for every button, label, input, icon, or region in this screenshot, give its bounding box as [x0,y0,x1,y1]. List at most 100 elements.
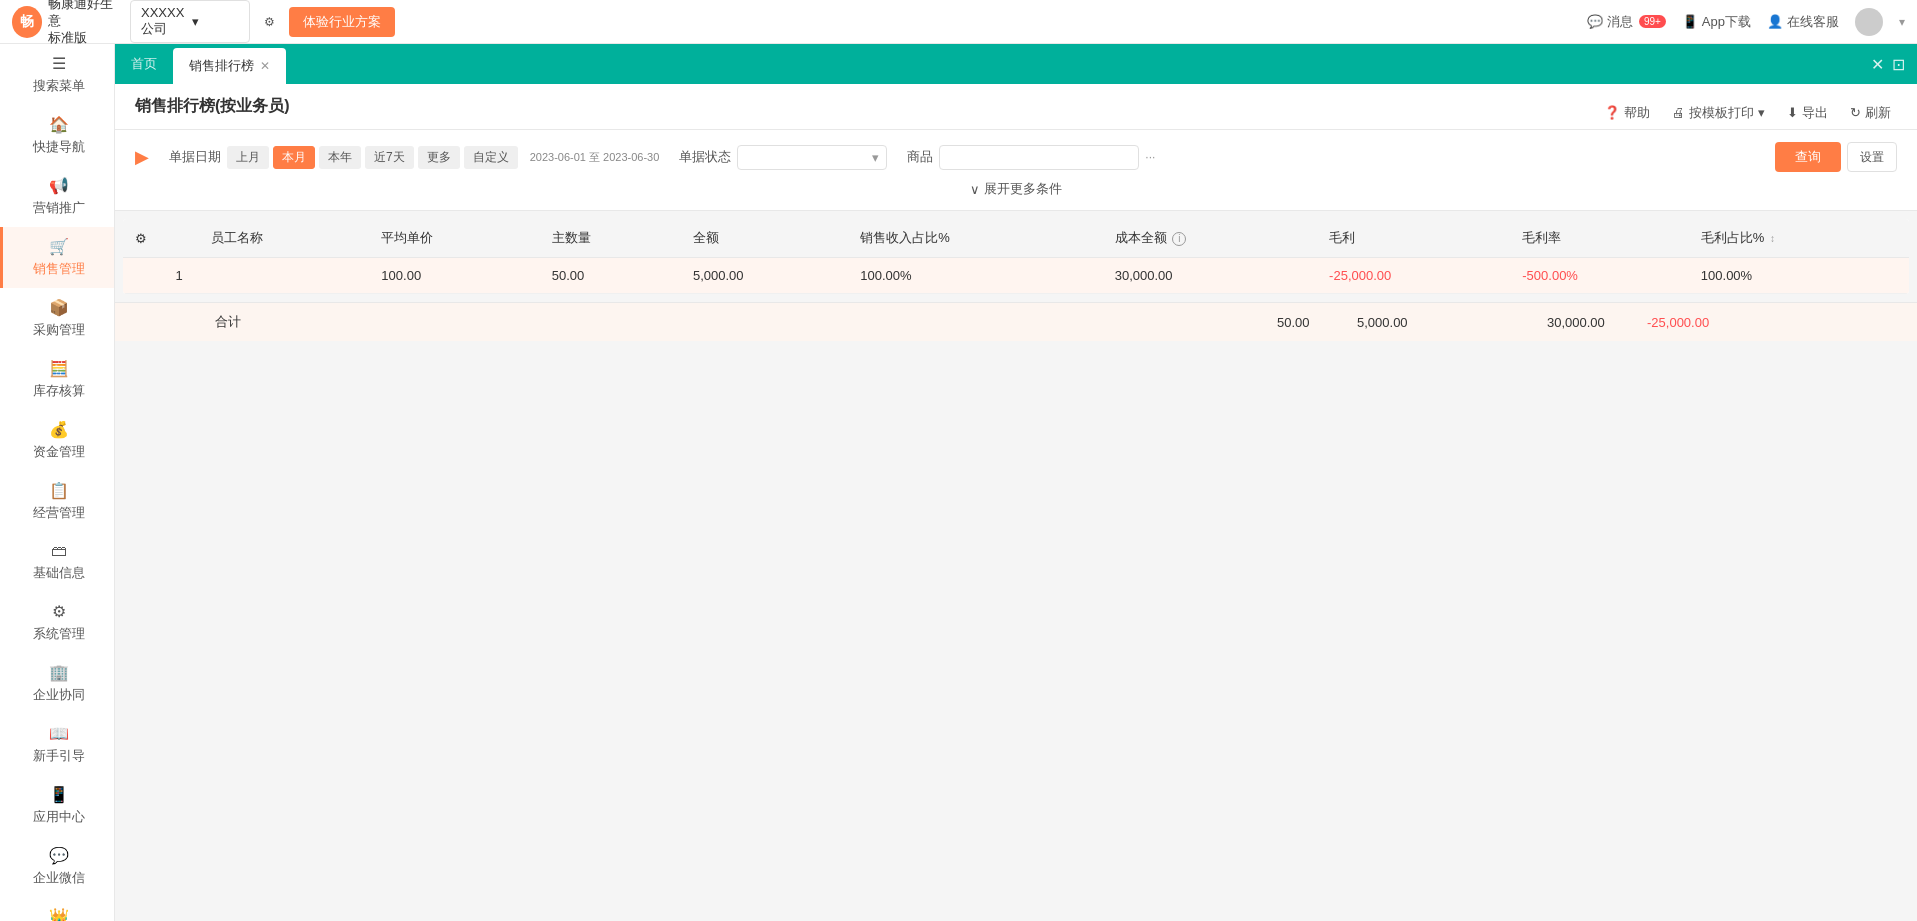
help-icon: ❓ [1604,105,1620,120]
tab-maximize-icon[interactable]: ⊡ [1892,55,1905,74]
sidebar-item-label: 应用中心 [33,808,85,826]
basic-info-icon: 🗃 [51,542,67,560]
this-month-btn[interactable]: 本月 [273,146,315,169]
sidebar-item-search[interactable]: ☰ 搜索菜单 [0,44,114,105]
row-cost-amount: 30,000.00 [1103,258,1317,294]
status-filter-label: 单据状态 [679,148,731,166]
sidebar-item-app-center[interactable]: 📱 应用中心 [0,775,114,836]
sidebar-item-collab[interactable]: 🏢 企业协同 [0,653,114,714]
footer-gross: -25,000.00 [1635,315,1725,330]
service-icon: 👤 [1767,14,1783,29]
sidebar-item-label: 营销推广 [33,199,85,217]
app-center-icon: 📱 [49,785,69,804]
page-header: 销售排行榜(按业务员) ❓ 帮助 🖨 按模板打印 ▾ ⬇ 导出 [115,84,1917,130]
sidebar-item-member[interactable]: 👑 畅会员 [0,897,114,921]
th-gross-pct: 毛利占比% ↕ [1689,219,1909,258]
th-gross-rate: 毛利率 [1510,219,1689,258]
expand-conditions-button[interactable]: ∨ 展开更多条件 [135,180,1897,198]
sidebar-item-system[interactable]: ⚙ 系统管理 [0,592,114,653]
company-selector[interactable]: XXXXX公司 ▾ [130,0,250,43]
sidebar-item-wechat[interactable]: 💬 企业微信 [0,836,114,897]
this-year-btn[interactable]: 本年 [319,146,361,169]
prev-month-btn[interactable]: 上月 [227,146,269,169]
sidebar-item-guide[interactable]: 📖 新手引导 [0,714,114,775]
sidebar-item-label: 销售管理 [33,260,85,278]
tab-close-icon[interactable]: ✕ [260,59,270,73]
sidebar-item-quick-nav[interactable]: 🏠 快捷导航 [0,105,114,166]
sidebar-item-purchase[interactable]: 📦 采购管理 [0,288,114,349]
finance-icon: 💰 [49,420,69,439]
row-settings [123,258,159,294]
sidebar-item-inventory[interactable]: 🧮 库存核算 [0,349,114,410]
sidebar-item-marketing[interactable]: 📢 营销推广 [0,166,114,227]
table-header-row: ⚙ 员工名称 平均单价 主数量 [123,219,1909,258]
th-avg-price: 平均单价 [369,219,539,258]
app-download-button[interactable]: 📱 App下载 [1682,13,1751,31]
th-gross: 毛利 [1317,219,1510,258]
sales-ranking-tab-label: 销售排行榜 [189,57,254,75]
filter-expand-icon[interactable]: ▶ [135,146,149,168]
row-main-qty: 50.00 [540,258,681,294]
goods-input[interactable] [939,145,1139,170]
sidebar-item-label: 经营管理 [33,504,85,522]
help-button[interactable]: ❓ 帮助 [1598,100,1656,126]
tabs-right-controls: ✕ ⊡ [1871,55,1917,74]
message-icon: 💬 [1587,14,1603,29]
export-icon: ⬇ [1787,105,1798,120]
wechat-icon: 💬 [49,846,69,865]
system-icon: ⚙ [52,602,66,621]
tab-sales-ranking[interactable]: 销售排行榜 ✕ [173,48,286,84]
table-row: 1 100.00 50.00 5,000.00 100.00% 30,000.0… [123,258,1909,294]
sidebar-item-label: 新手引导 [33,747,85,765]
sidebar-item-sales[interactable]: 🛒 销售管理 [0,227,114,288]
page-content: 销售排行榜(按业务员) ❓ 帮助 🖨 按模板打印 ▾ ⬇ 导出 [115,84,1917,921]
last-7days-btn[interactable]: 近7天 [365,146,414,169]
footer-cost-amount: 30,000.00 [1535,315,1635,330]
sidebar: ☰ 搜索菜单 🏠 快捷导航 📢 营销推广 🛒 销售管理 📦 采购管理 🧮 库存核… [0,44,115,921]
gross-pct-sort-icon[interactable]: ↕ [1770,233,1775,244]
custom-date-btn[interactable]: 自定义 [464,146,518,169]
top-bar: 畅 畅康通好生意 标准版 XXXXX公司 ▾ ⚙ 体验行业方案 💬 消息 99+… [0,0,1917,44]
download-icon: 📱 [1682,14,1698,29]
sidebar-item-operations[interactable]: 📋 经营管理 [0,471,114,532]
print-button[interactable]: 🖨 按模板打印 ▾ [1666,100,1771,126]
more-date-btn[interactable]: 更多 [418,146,460,169]
online-service-button[interactable]: 👤 在线客服 [1767,13,1839,31]
query-button[interactable]: 查询 [1775,142,1841,172]
footer-total-label: 合计 [203,313,1185,331]
message-button[interactable]: 💬 消息 99+ [1587,13,1666,31]
sidebar-item-basic-info[interactable]: 🗃 基础信息 [0,532,114,592]
status-filter: 单据状态 [679,145,887,170]
goods-filter-label: 商品 [907,148,933,166]
inventory-icon: 🧮 [49,359,69,378]
sales-icon: 🛒 [49,237,69,256]
home-tab-label: 首页 [131,55,157,73]
table-settings-button[interactable]: 设置 [1847,142,1897,172]
refresh-button[interactable]: ↻ 刷新 [1844,100,1897,126]
collab-icon: 🏢 [49,663,69,682]
date-filter-label: 单据日期 [169,148,221,166]
industry-button[interactable]: 体验行业方案 [289,7,395,37]
goods-more-btn[interactable]: ··· [1145,150,1155,164]
th-settings[interactable]: ⚙ [123,219,159,258]
status-select[interactable] [737,145,887,170]
sidebar-item-label: 系统管理 [33,625,85,643]
guide-icon: 📖 [49,724,69,743]
sidebar-item-finance[interactable]: 💰 资金管理 [0,410,114,471]
logo-icon: 畅 [12,6,42,38]
top-right: 💬 消息 99+ 📱 App下载 👤 在线客服 ▾ [1587,8,1905,36]
footer-amount: 5,000.00 [1345,315,1435,330]
tab-close-window-icon[interactable]: ✕ [1871,55,1884,74]
date-range-display: 2023-06-01 至 2023-06-30 [530,150,660,165]
settings-icon[interactable]: ⚙ [258,11,281,33]
avatar[interactable] [1855,8,1883,36]
sidebar-item-label: 资金管理 [33,443,85,461]
row-rank: 1 [159,258,199,294]
export-button[interactable]: ⬇ 导出 [1781,100,1834,126]
date-filter: 单据日期 上月 本月 本年 近7天 更多 自定义 2023-06-01 至 20… [169,146,659,169]
table-area: ⚙ 员工名称 平均单价 主数量 [123,219,1909,294]
tab-home[interactable]: 首页 [115,44,173,84]
data-table: ⚙ 员工名称 平均单价 主数量 [123,219,1909,294]
cost-info-icon[interactable]: i [1172,232,1186,246]
logo: 畅 畅康通好生意 标准版 [12,0,122,47]
